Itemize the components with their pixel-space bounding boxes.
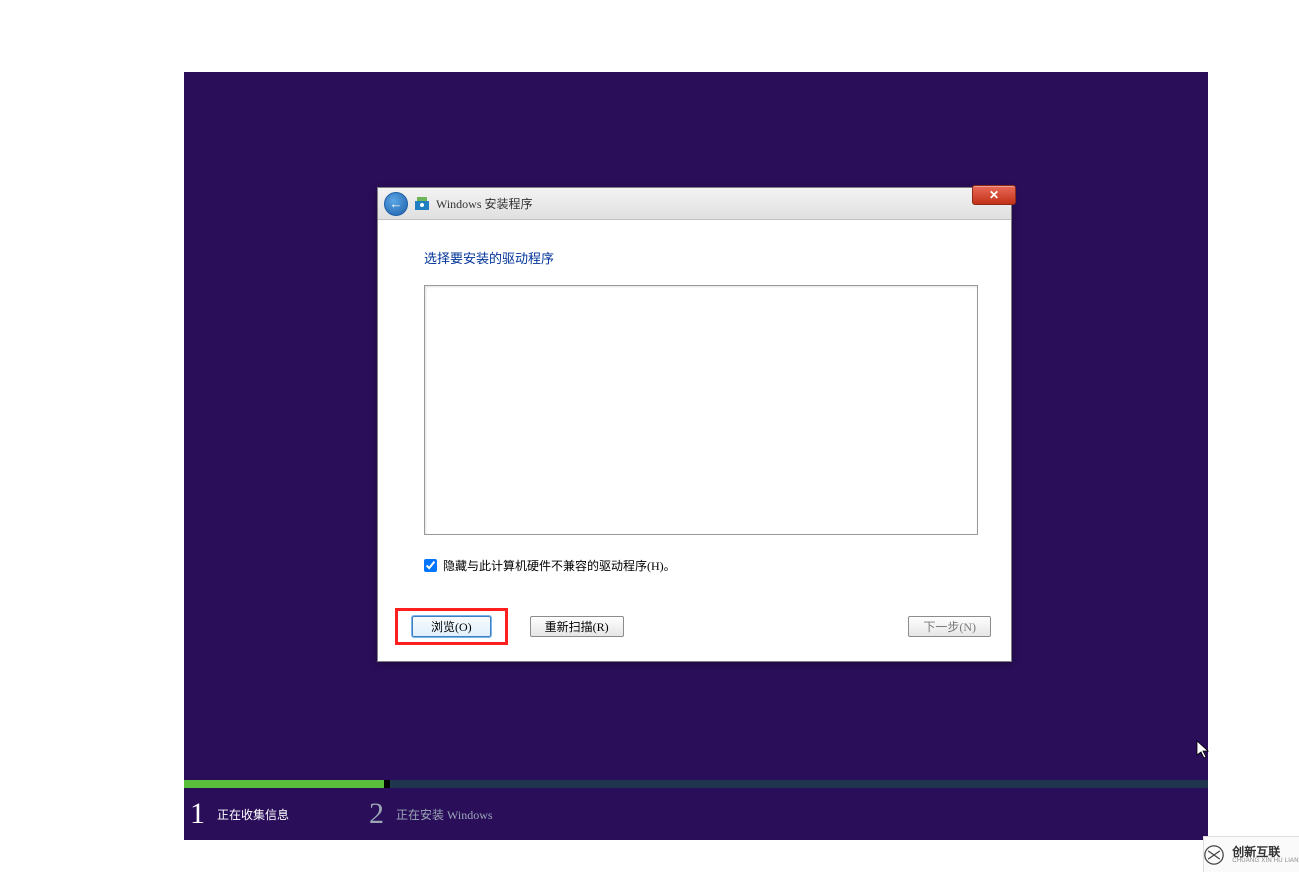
step-2-label: 正在安装 Windows [396,806,493,823]
installer-progress-bar [184,780,1208,788]
browse-button[interactable]: 浏览(O) [412,616,491,637]
progress-step1-segment [184,780,384,788]
back-button[interactable]: ← [384,192,408,216]
rescan-button[interactable]: 重新扫描(R) [530,616,624,637]
page-background: ← Windows 安装程序 ✕ 选择要安装的驱动程序 隐藏与此计算 [0,0,1299,872]
installer-steps-area: 1 正在收集信息 2 正在安装 Windows [184,788,1208,840]
hide-incompatible-row[interactable]: 隐藏与此计算机硬件不兼容的驱动程序(H)。 [424,557,965,574]
progress-step2-segment [390,780,1208,788]
dialog-content: 选择要安装的驱动程序 隐藏与此计算机硬件不兼容的驱动程序(H)。 [378,220,1011,590]
dialog-heading: 选择要安装的驱动程序 [424,248,965,267]
dialog-button-row: 浏览(O) 重新扫描(R) 下一步(N) [378,608,1011,645]
close-button[interactable]: ✕ [972,185,1016,205]
step-1-label: 正在收集信息 [217,806,289,823]
watermark-badge: 创新互联 CHUANG XIN HU LIAN [1203,836,1299,872]
installer-dialog: ← Windows 安装程序 ✕ 选择要安装的驱动程序 隐藏与此计算 [377,187,1012,662]
hide-incompatible-label: 隐藏与此计算机硬件不兼容的驱动程序(H)。 [443,557,676,574]
step-1-number: 1 [190,799,205,829]
windows-setup-icon [414,196,430,212]
step-2: 2 正在安装 Windows [369,799,493,829]
installer-desktop: ← Windows 安装程序 ✕ 选择要安装的驱动程序 隐藏与此计算 [184,72,1208,780]
hide-incompatible-checkbox[interactable] [424,559,437,572]
dialog-titlebar: ← Windows 安装程序 ✕ [378,188,1011,220]
watermark-title: 创新互联 [1232,846,1299,858]
arrow-left-icon: ← [390,197,403,210]
watermark-sub: CHUANG XIN HU LIAN [1232,858,1299,864]
close-icon: ✕ [989,188,999,202]
browse-highlight-box: 浏览(O) [395,608,508,645]
watermark-icon [1204,845,1224,865]
step-2-number: 2 [369,799,384,829]
next-button[interactable]: 下一步(N) [908,616,991,637]
driver-listbox[interactable] [424,285,978,535]
dialog-title: Windows 安装程序 [436,195,533,212]
step-1: 1 正在收集信息 [190,799,289,829]
virtual-screen: ← Windows 安装程序 ✕ 选择要安装的驱动程序 隐藏与此计算 [184,72,1208,840]
